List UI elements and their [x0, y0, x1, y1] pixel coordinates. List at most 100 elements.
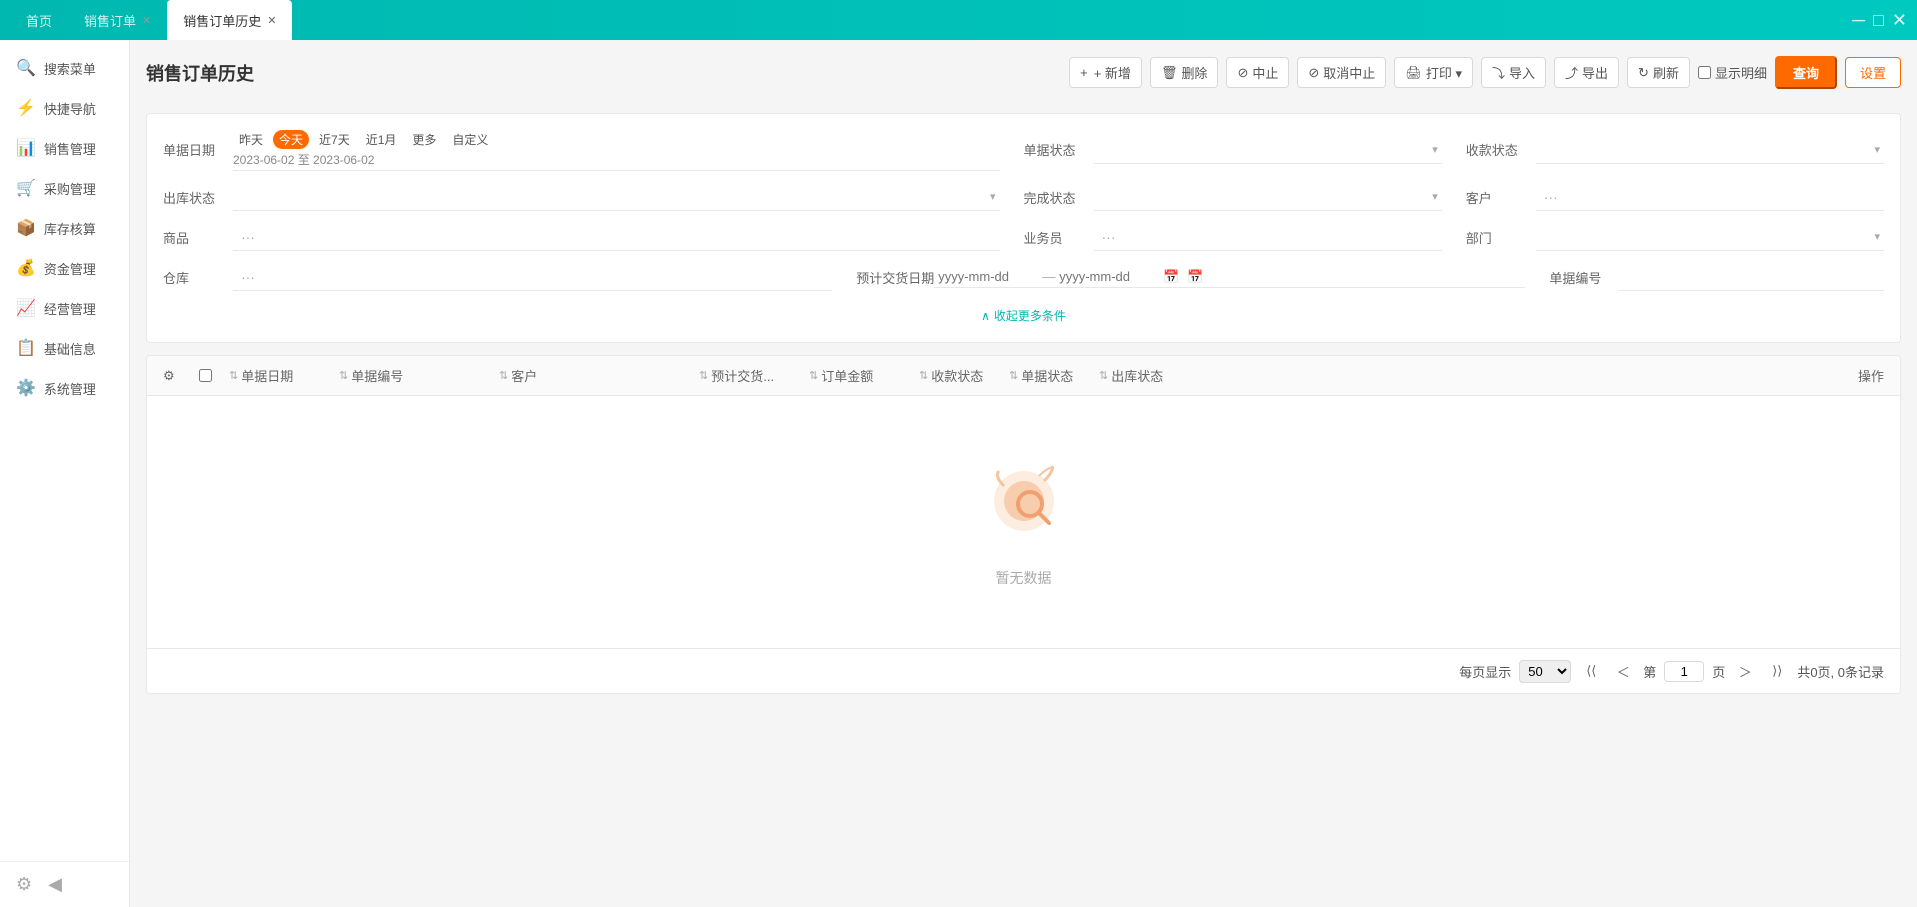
calendar-to-icon[interactable]: 📅 [1187, 269, 1203, 285]
show-detail-checkbox-label[interactable]: 显示明细 [1698, 63, 1767, 82]
first-page-btn[interactable]: ⟨⟨ [1579, 659, 1603, 683]
next-page-btn[interactable]: ＞ [1733, 659, 1757, 683]
delete-button[interactable]: 🗑 删除 [1150, 57, 1219, 88]
stop-icon: ⊘ [1237, 65, 1248, 81]
out-stock-select[interactable]: ▾ [233, 183, 1000, 211]
filter-doc-number: 单据编号 [1549, 263, 1884, 291]
date-more[interactable]: 更多 [406, 130, 442, 149]
minimize-icon[interactable]: ─ [1852, 10, 1865, 31]
salesperson-input[interactable]: ··· [1094, 223, 1442, 251]
doc-number-field[interactable] [1623, 269, 1880, 284]
filter-payment-status: 收款状态 ▾ [1466, 136, 1884, 164]
sidebar-item-inventory-label: 库存核算 [44, 219, 96, 238]
delete-icon: 🗑 [1161, 65, 1178, 81]
sidebar-item-quick-nav[interactable]: ⚡ 快捷导航 [0, 88, 129, 128]
collapse-button[interactable]: ∧ 收起更多条件 [977, 303, 1070, 328]
sidebar-item-sales-mgmt[interactable]: 📊 销售管理 [0, 128, 129, 168]
th-customer[interactable]: ⇅ 客户 [491, 366, 691, 385]
out-stock-arrow-icon: ▾ [990, 190, 996, 203]
complete-status-select[interactable]: ▾ [1094, 183, 1442, 211]
product-ellipsis-icon[interactable]: ··· [237, 229, 259, 245]
delivery-date-to[interactable] [1059, 269, 1159, 284]
product-input[interactable]: ··· [233, 223, 1000, 251]
dept-select[interactable]: ▾ [1536, 223, 1884, 251]
warehouse-input[interactable]: ··· [233, 263, 832, 291]
last-page-btn[interactable]: ⟩⟩ [1765, 659, 1789, 683]
prev-page-btn[interactable]: ＜ [1611, 659, 1635, 683]
sidebar-item-purchase-mgmt[interactable]: 🛒 采购管理 [0, 168, 129, 208]
stop-button[interactable]: ⊘ 中止 [1226, 57, 1289, 88]
sidebar-item-operation[interactable]: 📈 经营管理 [0, 288, 129, 328]
th-amount[interactable]: ⇅ 订单金额 [801, 366, 911, 385]
show-detail-checkbox[interactable] [1698, 66, 1711, 79]
th-doc-date[interactable]: ⇅ 单据日期 [221, 366, 331, 385]
new-button[interactable]: + + 新增 [1069, 57, 1142, 88]
filter-row-4: 仓库 ··· 预计交货日期 — 📅 📅 单据编号 [163, 263, 1884, 291]
sidebar-item-sys-mgmt[interactable]: ⚙️ 系统管理 [0, 368, 129, 408]
th-settings[interactable]: ⚙ [155, 368, 191, 384]
cancel-stop-button[interactable]: ⊘ 取消中止 [1297, 57, 1386, 88]
delivery-date-from[interactable] [938, 269, 1038, 284]
sidebar-item-search-menu[interactable]: 🔍 搜索菜单 [0, 48, 129, 88]
salesperson-label: 业务员 [1024, 228, 1094, 247]
th-doc-status[interactable]: ⇅ 单据状态 [1001, 366, 1091, 385]
filter-product: 商品 ··· [163, 223, 1000, 251]
customer-input[interactable]: ··· [1536, 183, 1884, 211]
doc-number-input[interactable] [1619, 263, 1884, 291]
th-delivery[interactable]: ⇅ 预计交货... [691, 366, 801, 385]
tab-sales-order-history[interactable]: 销售订单历史 ✕ [167, 0, 292, 40]
date-7days[interactable]: 近7天 [313, 130, 356, 149]
print-button[interactable]: 🖨 打印 ▾ [1394, 57, 1473, 88]
tab-sales-order-history-close[interactable]: ✕ [267, 14, 276, 27]
sidebar-item-base-info[interactable]: 📋 基础信息 [0, 328, 129, 368]
payment-status-select[interactable]: ▾ [1536, 136, 1884, 164]
refresh-button[interactable]: ↻ 刷新 [1627, 57, 1690, 88]
import-button[interactable]: ⤵ 导入 [1481, 57, 1546, 88]
sidebar-item-finance[interactable]: 💰 资金管理 [0, 248, 129, 288]
tab-sales-order[interactable]: 销售订单 ✕ [68, 0, 167, 40]
tab-home[interactable]: 首页 [10, 0, 68, 40]
query-button[interactable]: 查询 [1775, 56, 1837, 89]
customer-ellipsis-icon[interactable]: ··· [1540, 189, 1562, 205]
toolbar: + + 新增 🗑 删除 ⊘ 中止 ⊘ 取消中止 🖨 打印 ▾ [1069, 56, 1901, 89]
current-page-input[interactable] [1664, 661, 1704, 682]
settings-button[interactable]: 设置 [1845, 57, 1901, 88]
page-suffix: 页 [1712, 662, 1725, 681]
complete-status-label: 完成状态 [1024, 188, 1094, 207]
doc-number-label: 单据编号 [1549, 268, 1619, 287]
th-doc-no[interactable]: ⇅ 单据编号 [331, 366, 491, 385]
filter-doc-date: 单据日期 昨天 今天 近7天 近1月 更多 自定义 2023-06-02 至 2… [163, 128, 1000, 171]
tab-sales-order-close[interactable]: ✕ [142, 14, 151, 27]
filter-delivery-date: 预计交货日期 — 📅 📅 [856, 267, 1525, 288]
sidebar-item-quick-nav-label: 快捷导航 [44, 99, 96, 118]
th-out-stock-status[interactable]: ⇅ 出库状态 [1091, 366, 1181, 385]
date-range-display: 2023-06-02 至 2023-06-02 [233, 151, 1000, 168]
calendar-from-icon[interactable]: 📅 [1163, 269, 1179, 285]
export-button[interactable]: ⤴ 导出 [1554, 57, 1619, 88]
sort-icon-status: ⇅ [1009, 369, 1018, 382]
settings-col-icon[interactable]: ⚙ [163, 368, 175, 384]
sort-icon-payment: ⇅ [919, 369, 928, 382]
sidebar-item-inventory[interactable]: 📦 库存核算 [0, 208, 129, 248]
dept-label: 部门 [1466, 228, 1536, 247]
th-payment-status[interactable]: ⇅ 收款状态 [911, 366, 1001, 385]
salesperson-ellipsis-icon[interactable]: ··· [1098, 229, 1120, 245]
close-window-icon[interactable]: ✕ [1892, 10, 1907, 31]
sidebar-settings-icon[interactable]: ⚙ [16, 874, 32, 895]
per-page-select[interactable]: 50 10 20 100 [1519, 660, 1571, 683]
sidebar-item-operation-label: 经营管理 [44, 299, 96, 318]
warehouse-ellipsis-icon[interactable]: ··· [237, 269, 259, 285]
th-checkbox[interactable] [191, 369, 221, 382]
date-today[interactable]: 今天 [273, 130, 309, 149]
export-icon: ⤴ [1565, 63, 1578, 82]
filter-warehouse: 仓库 ··· [163, 263, 832, 291]
sidebar-collapse-icon[interactable]: ◀ [48, 874, 62, 895]
doc-status-select[interactable]: ▾ [1094, 136, 1442, 164]
date-1month[interactable]: 近1月 [360, 130, 403, 149]
date-custom[interactable]: 自定义 [446, 130, 494, 149]
finance-icon: 💰 [16, 258, 36, 278]
maximize-icon[interactable]: □ [1873, 10, 1884, 31]
date-yesterday[interactable]: 昨天 [233, 130, 269, 149]
import-icon: ⤵ [1492, 63, 1505, 82]
select-all-checkbox[interactable] [199, 369, 212, 382]
